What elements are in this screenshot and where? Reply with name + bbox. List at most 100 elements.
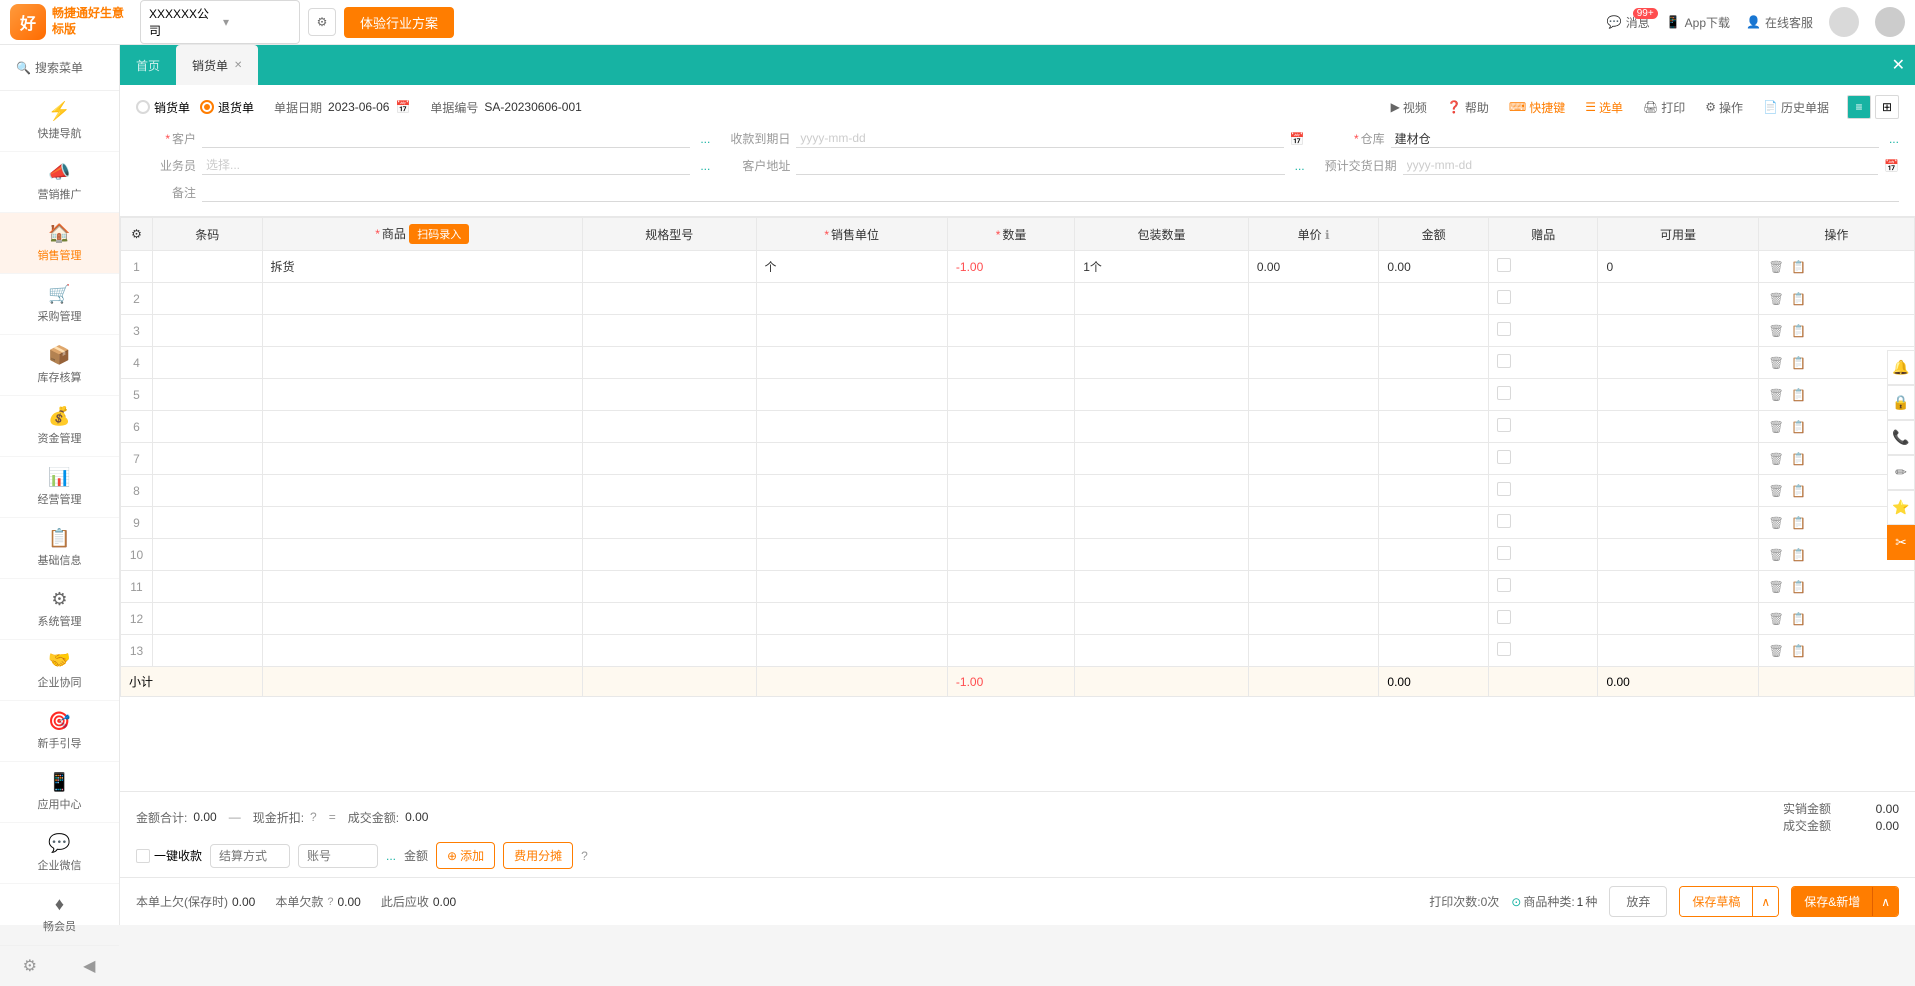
cell-unit[interactable] bbox=[756, 379, 947, 411]
sidebar-item-business[interactable]: 📊 经营管理 bbox=[0, 457, 119, 518]
cell-unit-price[interactable] bbox=[1248, 571, 1379, 603]
one-click-payment-checkbox[interactable]: 一键收款 bbox=[136, 847, 202, 864]
cell-amount[interactable] bbox=[1379, 475, 1489, 507]
cell-spec[interactable] bbox=[582, 251, 756, 283]
cell-unit-price[interactable] bbox=[1248, 443, 1379, 475]
tab-close-all-btn[interactable]: ✕ bbox=[1892, 55, 1905, 75]
cell-unit[interactable] bbox=[756, 411, 947, 443]
cell-quantity[interactable] bbox=[947, 315, 1074, 347]
delivery-date-input[interactable] bbox=[1403, 156, 1878, 175]
float-btn-1[interactable]: 🔔 bbox=[1887, 350, 1915, 385]
customer-addr-dots-btn[interactable]: ... bbox=[1295, 159, 1305, 173]
cell-gift[interactable] bbox=[1488, 347, 1598, 379]
payment-date-input[interactable] bbox=[796, 129, 1283, 148]
sidebar-item-app-center[interactable]: 📱 应用中心 bbox=[0, 762, 119, 823]
copy-row-icon[interactable]: 📋 bbox=[1791, 484, 1806, 498]
cell-pack-qty[interactable] bbox=[1075, 411, 1249, 443]
cell-quantity[interactable] bbox=[947, 603, 1074, 635]
cell-pack-qty[interactable] bbox=[1075, 379, 1249, 411]
cell-barcode[interactable] bbox=[153, 635, 263, 667]
cell-quantity[interactable] bbox=[947, 379, 1074, 411]
cell-gift[interactable] bbox=[1488, 315, 1598, 347]
cell-product[interactable] bbox=[262, 379, 582, 411]
warehouse-input[interactable] bbox=[1391, 129, 1879, 148]
add-payment-btn[interactable]: ⊕ 添加 bbox=[436, 842, 495, 869]
cell-pack-qty[interactable] bbox=[1075, 315, 1249, 347]
cell-amount[interactable] bbox=[1379, 347, 1489, 379]
cell-barcode[interactable] bbox=[153, 507, 263, 539]
cell-unit-price[interactable] bbox=[1248, 347, 1379, 379]
copy-row-icon[interactable]: 📋 bbox=[1791, 356, 1806, 370]
cell-unit[interactable] bbox=[756, 507, 947, 539]
cell-gift[interactable] bbox=[1488, 443, 1598, 475]
radio-return-order[interactable]: 退货单 bbox=[200, 99, 254, 116]
cell-gift[interactable] bbox=[1488, 379, 1598, 411]
radio-sales-order[interactable]: 销货单 bbox=[136, 99, 190, 116]
delivery-calendar-icon[interactable]: 📅 bbox=[1884, 159, 1899, 173]
cell-gift[interactable] bbox=[1488, 283, 1598, 315]
cell-unit-price[interactable] bbox=[1248, 635, 1379, 667]
online-support-btn[interactable]: 👤 在线客服 bbox=[1746, 14, 1813, 31]
cell-unit-price[interactable] bbox=[1248, 475, 1379, 507]
salesperson-dots-btn[interactable]: ... bbox=[700, 159, 710, 173]
sidebar-item-marketing[interactable]: 📣 营销推广 bbox=[0, 152, 119, 213]
delete-row-icon[interactable]: 🗑 bbox=[1769, 260, 1784, 274]
cell-gift[interactable] bbox=[1488, 635, 1598, 667]
settlement-method-input[interactable] bbox=[210, 844, 290, 868]
cell-unit[interactable] bbox=[756, 475, 947, 507]
delete-row-icon[interactable]: 🗑 bbox=[1769, 644, 1784, 658]
delete-row-icon[interactable]: 🗑 bbox=[1769, 548, 1784, 562]
cell-pack-qty[interactable] bbox=[1075, 539, 1249, 571]
cell-pack-qty[interactable] bbox=[1075, 571, 1249, 603]
sidebar-item-finance[interactable]: 💰 资金管理 bbox=[0, 396, 119, 457]
sidebar-settings-btn[interactable]: ⚙ bbox=[0, 946, 60, 986]
cell-product[interactable] bbox=[262, 315, 582, 347]
copy-row-icon[interactable]: 📋 bbox=[1791, 580, 1806, 594]
cell-spec[interactable] bbox=[582, 539, 756, 571]
delete-row-icon[interactable]: 🗑 bbox=[1769, 484, 1784, 498]
float-btn-3[interactable]: 📞 bbox=[1887, 420, 1915, 455]
cell-quantity[interactable] bbox=[947, 347, 1074, 379]
cell-barcode[interactable] bbox=[153, 347, 263, 379]
cell-product[interactable] bbox=[262, 603, 582, 635]
checkbox-goods[interactable]: ⊙ bbox=[1511, 895, 1521, 909]
user-avatar[interactable] bbox=[1829, 7, 1859, 37]
cell-spec[interactable] bbox=[582, 475, 756, 507]
sidebar-item-guide[interactable]: 🎯 新手引导 bbox=[0, 701, 119, 762]
cell-gift[interactable] bbox=[1488, 571, 1598, 603]
delete-row-icon[interactable]: 🗑 bbox=[1769, 516, 1784, 530]
account-dots[interactable]: ... bbox=[386, 849, 396, 863]
cell-gift[interactable] bbox=[1488, 603, 1598, 635]
cell-unit[interactable]: 个 bbox=[756, 251, 947, 283]
cell-product[interactable] bbox=[262, 539, 582, 571]
sidebar-item-wechat[interactable]: 💬 企业微信 bbox=[0, 823, 119, 884]
cell-barcode[interactable] bbox=[153, 283, 263, 315]
shortcut-btn[interactable]: ⌨ 快捷键 bbox=[1503, 96, 1571, 119]
cell-amount[interactable] bbox=[1379, 571, 1489, 603]
cell-gift[interactable] bbox=[1488, 251, 1598, 283]
sidebar-item-basic-info[interactable]: 📋 基础信息 bbox=[0, 518, 119, 579]
cell-gift[interactable] bbox=[1488, 411, 1598, 443]
cell-amount[interactable] bbox=[1379, 507, 1489, 539]
company-selector[interactable]: XXXXXX公司 ▾ bbox=[140, 0, 300, 44]
copy-row-icon[interactable]: 📋 bbox=[1791, 452, 1806, 466]
cell-product[interactable] bbox=[262, 571, 582, 603]
sidebar-item-cooperation[interactable]: 🤝 企业协同 bbox=[0, 640, 119, 701]
this-order-short-question[interactable]: ? bbox=[327, 896, 333, 908]
history-btn[interactable]: 📄 历史单据 bbox=[1757, 96, 1835, 119]
abandon-btn[interactable]: 放弃 bbox=[1609, 886, 1667, 917]
cell-amount[interactable] bbox=[1379, 315, 1489, 347]
cell-pack-qty[interactable] bbox=[1075, 635, 1249, 667]
cell-amount[interactable] bbox=[1379, 411, 1489, 443]
cell-product[interactable] bbox=[262, 507, 582, 539]
cell-unit-price[interactable] bbox=[1248, 411, 1379, 443]
cell-quantity[interactable] bbox=[947, 539, 1074, 571]
copy-row-icon[interactable]: 📋 bbox=[1791, 260, 1806, 274]
cell-barcode[interactable] bbox=[153, 411, 263, 443]
sidebar-item-sales[interactable]: 🏠 销售管理 bbox=[0, 213, 119, 274]
cell-quantity[interactable] bbox=[947, 283, 1074, 315]
cell-product[interactable] bbox=[262, 347, 582, 379]
cell-product[interactable] bbox=[262, 411, 582, 443]
sidebar-item-inventory[interactable]: 📦 库存核算 bbox=[0, 335, 119, 396]
copy-row-icon[interactable]: 📋 bbox=[1791, 612, 1806, 626]
